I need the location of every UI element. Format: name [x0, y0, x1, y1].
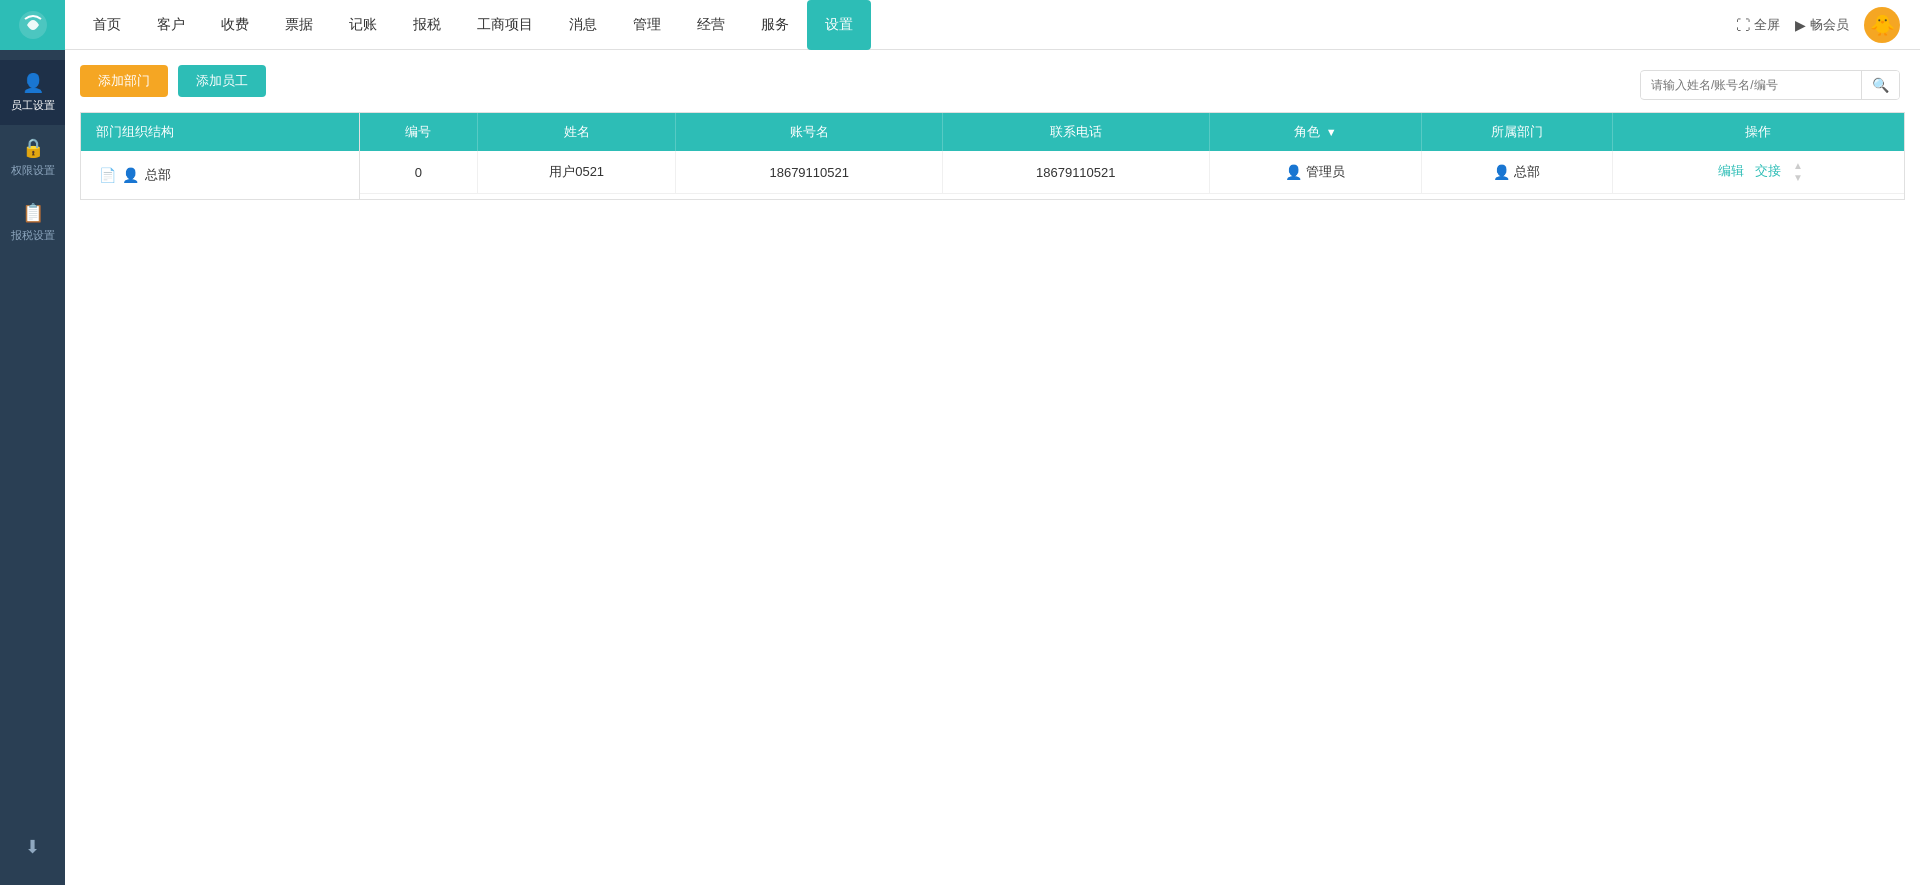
- top-nav: 首页 客户 收费 票据 记账 报税 工商项目 消息 管理 经营 服务 设置 ⛶ …: [0, 0, 1920, 50]
- sidebar-label-taxsetting: 报税设置: [11, 228, 55, 243]
- col-id: 编号: [360, 113, 477, 151]
- fullscreen-icon: ⛶: [1736, 17, 1750, 33]
- sidebar-label-permission: 权限设置: [11, 163, 55, 178]
- search-input[interactable]: [1641, 72, 1861, 98]
- search-button[interactable]: 🔍: [1861, 71, 1899, 99]
- nav-customer[interactable]: 客户: [139, 0, 203, 50]
- download-icon: ⬇: [25, 836, 40, 858]
- nav-right: ⛶ 全屏 ▶ 畅会员 🐥: [1736, 7, 1900, 43]
- nav-items: 首页 客户 收费 票据 记账 报税 工商项目 消息 管理 经营 服务 设置: [75, 0, 1736, 50]
- data-table-wrapper: 编号 姓名 账号名 联系电话 角色 ▼ 所属部门 操作: [360, 112, 1905, 200]
- col-account: 账号名: [676, 113, 943, 151]
- sidebar: 👤 员工设置 🔒 权限设置 📋 报税设置 ⬇: [0, 50, 65, 885]
- cell-phone: 18679110521: [942, 151, 1209, 194]
- nav-business[interactable]: 工商项目: [459, 0, 551, 50]
- user-icon: 👤: [122, 167, 139, 183]
- cell-account: 18679110521: [676, 151, 943, 194]
- sidebar-download-btn[interactable]: ⬇: [20, 824, 45, 870]
- nav-settings[interactable]: 设置: [807, 0, 871, 50]
- dept-user-icon: 👤: [1493, 164, 1510, 180]
- search-icon: 🔍: [1872, 77, 1889, 93]
- add-dept-button[interactable]: 添加部门: [80, 65, 168, 97]
- scroll-down-icon[interactable]: ▼: [1793, 173, 1803, 183]
- sidebar-bottom: ⬇: [20, 824, 45, 885]
- content-area: 添加部门 添加员工 🔍 部门组织结构 📄 👤 总部: [65, 50, 1920, 885]
- sidebar-item-employee[interactable]: 👤 员工设置: [0, 60, 65, 125]
- col-dept: 所属部门: [1422, 113, 1613, 151]
- table-body: 0 用户0521 18679110521 18679110521 👤 管理员: [360, 151, 1904, 194]
- dept-label: 总部: [1514, 163, 1540, 181]
- handover-button[interactable]: 交接: [1751, 162, 1785, 180]
- nav-message[interactable]: 消息: [551, 0, 615, 50]
- tree-panel: 部门组织结构 📄 👤 总部: [80, 112, 360, 200]
- nav-tax[interactable]: 报税: [395, 0, 459, 50]
- action-bar: 添加部门 添加员工: [80, 65, 1905, 97]
- sidebar-item-taxsetting[interactable]: 📋 报税设置: [0, 190, 65, 255]
- cell-dept: 👤 总部: [1422, 151, 1613, 194]
- sidebar-item-permission[interactable]: 🔒 权限设置: [0, 125, 65, 190]
- nav-manage[interactable]: 管理: [615, 0, 679, 50]
- add-staff-button[interactable]: 添加员工: [178, 65, 266, 97]
- avatar[interactable]: 🐥: [1864, 7, 1900, 43]
- fullscreen-label: 全屏: [1754, 16, 1780, 34]
- vip-btn[interactable]: ▶ 畅会员: [1795, 16, 1849, 34]
- tree-item-headquarters[interactable]: 📄 👤 总部: [91, 161, 349, 189]
- tree-item-label: 总部: [145, 166, 171, 184]
- taxsetting-icon: 📋: [22, 202, 44, 224]
- avatar-icon: 🐥: [1870, 13, 1895, 37]
- table-layout: 部门组织结构 📄 👤 总部 编号 姓名 账号名: [80, 112, 1905, 200]
- nav-service[interactable]: 服务: [743, 0, 807, 50]
- role-label: 管理员: [1306, 163, 1345, 181]
- col-name: 姓名: [477, 113, 676, 151]
- sidebar-label-employee: 员工设置: [11, 98, 55, 113]
- cell-actions: 编辑 交接 ▲ ▼: [1612, 151, 1904, 194]
- logo-area: [0, 0, 65, 50]
- cell-id: 0: [360, 151, 477, 194]
- col-role[interactable]: 角色 ▼: [1209, 113, 1422, 151]
- file-icon: 📄: [99, 167, 116, 183]
- nav-home[interactable]: 首页: [75, 0, 139, 50]
- col-role-label: 角色: [1294, 124, 1320, 139]
- nav-bookkeeping[interactable]: 记账: [331, 0, 395, 50]
- filter-icon: ▼: [1326, 126, 1337, 138]
- scroll-up-icon[interactable]: ▲: [1793, 161, 1803, 171]
- data-table: 编号 姓名 账号名 联系电话 角色 ▼ 所属部门 操作: [360, 113, 1904, 194]
- nav-operation[interactable]: 经营: [679, 0, 743, 50]
- col-phone: 联系电话: [942, 113, 1209, 151]
- table-row: 0 用户0521 18679110521 18679110521 👤 管理员: [360, 151, 1904, 194]
- nav-ticket[interactable]: 票据: [267, 0, 331, 50]
- tree-body: 📄 👤 总部: [81, 151, 359, 199]
- vip-icon: ▶: [1795, 17, 1806, 33]
- fullscreen-btn[interactable]: ⛶ 全屏: [1736, 16, 1780, 34]
- cell-role: 👤 管理员: [1209, 151, 1422, 194]
- nav-fee[interactable]: 收费: [203, 0, 267, 50]
- search-bar: 🔍: [1640, 70, 1900, 100]
- cell-name: 用户0521: [477, 151, 676, 194]
- col-action: 操作: [1612, 113, 1904, 151]
- edit-button[interactable]: 编辑: [1714, 162, 1748, 180]
- tree-header: 部门组织结构: [81, 113, 359, 151]
- employee-icon: 👤: [22, 72, 44, 94]
- table-header-row: 编号 姓名 账号名 联系电话 角色 ▼ 所属部门 操作: [360, 113, 1904, 151]
- permission-icon: 🔒: [22, 137, 44, 159]
- role-user-icon: 👤: [1285, 164, 1302, 180]
- vip-label: 畅会员: [1810, 16, 1849, 34]
- main-layout: 👤 员工设置 🔒 权限设置 📋 报税设置 ⬇ 添加部门 添加员工 🔍: [0, 50, 1920, 885]
